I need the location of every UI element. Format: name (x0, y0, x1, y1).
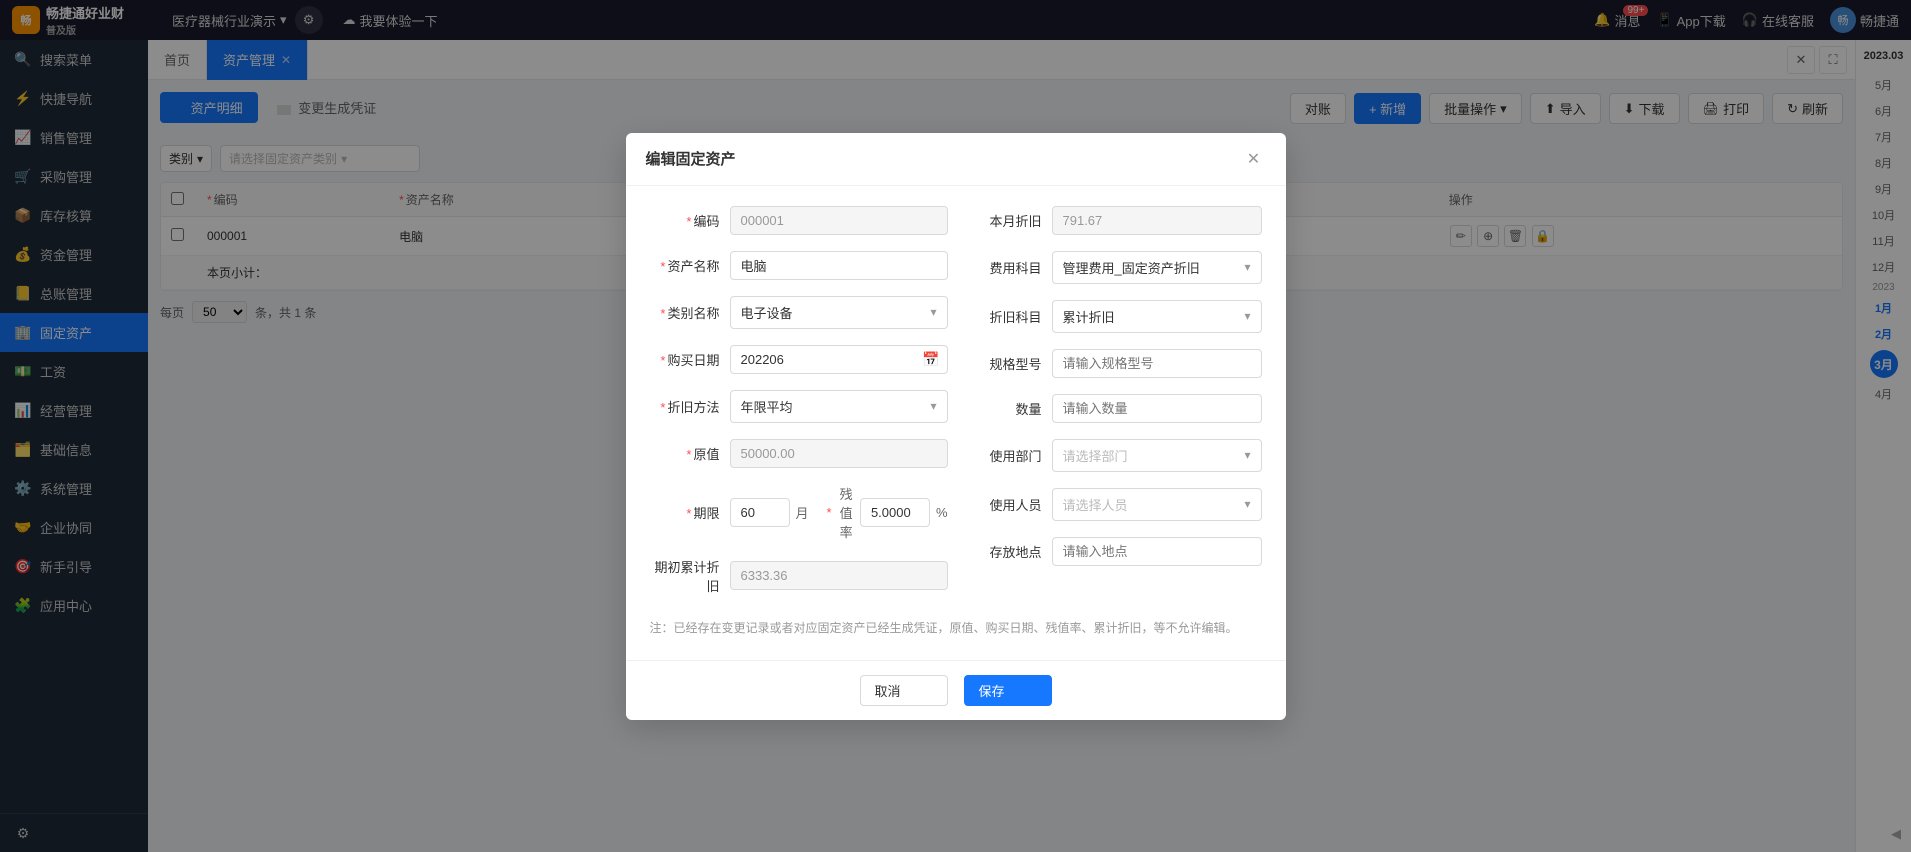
original-value-label: *原值 (650, 444, 730, 463)
quantity-label: 数量 (972, 399, 1052, 418)
period-inline: 月 * 残值率 % (730, 484, 948, 541)
dept-placeholder: 请选择部门 (1063, 446, 1128, 465)
depr-method-select[interactable]: 年限平均 ▾ (730, 390, 948, 423)
residual-rate-input[interactable] (860, 498, 930, 527)
modal-two-col: *编码 *资产名称 *类别名称 (650, 206, 1262, 611)
chevron-down-icon-depr: ▾ (930, 399, 936, 413)
person-placeholder: 请选择人员 (1063, 495, 1128, 514)
form-row-expense-subject: 费用科目 管理费用_固定资产折旧 ▾ (972, 251, 1262, 284)
spec-label: 规格型号 (972, 354, 1052, 373)
form-row-monthly-depr: 本月折旧 (972, 206, 1262, 235)
monthly-depr-input (1052, 206, 1262, 235)
depr-subject-value: 累计折旧 (1063, 307, 1115, 326)
dept-select[interactable]: 请选择部门 ▾ (1052, 439, 1262, 472)
modal-left-col: *编码 *资产名称 *类别名称 (650, 206, 948, 611)
edit-fixed-asset-modal: 编辑固定资产 ✕ *编码 *资产名称 (626, 133, 1286, 720)
depr-method-label: *折旧方法 (650, 397, 730, 416)
save-button[interactable]: 保存 (964, 675, 1052, 706)
quantity-input[interactable] (1052, 394, 1262, 423)
chevron-down-icon-person: ▾ (1244, 497, 1250, 511)
depr-subject-label: 折旧科目 (972, 307, 1052, 326)
depr-subject-select[interactable]: 累计折旧 ▾ (1052, 300, 1262, 333)
category-label: *类别名称 (650, 303, 730, 322)
residual-rate-label: 残值率 (840, 484, 854, 541)
person-select[interactable]: 请选择人员 ▾ (1052, 488, 1262, 521)
form-row-location: 存放地点 (972, 537, 1262, 566)
form-row-initial-depr: 期初累计折旧 (650, 557, 948, 595)
modal-close-button[interactable]: ✕ (1242, 147, 1266, 171)
chevron-down-icon-depr-sub: ▾ (1244, 309, 1250, 323)
original-value-input[interactable] (730, 439, 948, 468)
location-input[interactable] (1052, 537, 1262, 566)
form-row-quantity: 数量 (972, 394, 1262, 423)
note-text: 注：已经存在变更记录或者对应固定资产已经生成凭证，原值、购买日期、残值率、累计折… (650, 621, 1238, 635)
purchase-date-label: *购买日期 (650, 350, 730, 369)
form-row-purchase-date: *购买日期 📅 (650, 345, 948, 374)
depr-method-value: 年限平均 (741, 397, 793, 416)
location-label: 存放地点 (972, 542, 1052, 561)
purchase-date-wrap: 📅 (730, 345, 948, 374)
chevron-down-icon-dept: ▾ (1244, 448, 1250, 462)
initial-depr-label: 期初累计折旧 (650, 557, 730, 595)
form-row-period: *期限 月 * 残值率 % (650, 484, 948, 541)
person-label: 使用人员 (972, 495, 1052, 514)
modal-body: *编码 *资产名称 *类别名称 (626, 186, 1286, 660)
cancel-button[interactable]: 取消 (860, 675, 948, 706)
form-row-code: *编码 (650, 206, 948, 235)
form-row-original-value: *原值 (650, 439, 948, 468)
period-unit-label: 月 (796, 503, 809, 522)
form-row-depr-method: *折旧方法 年限平均 ▾ (650, 390, 948, 423)
form-row-person: 使用人员 请选择人员 ▾ (972, 488, 1262, 521)
monthly-depr-label: 本月折旧 (972, 211, 1052, 230)
modal-header: 编辑固定资产 ✕ (626, 133, 1286, 186)
category-select[interactable]: 电子设备 ▾ (730, 296, 948, 329)
modal-title: 编辑固定资产 (646, 148, 736, 169)
expense-subject-label: 费用科目 (972, 258, 1052, 277)
form-row-depr-subject: 折旧科目 累计折旧 ▾ (972, 300, 1262, 333)
period-input[interactable] (730, 498, 790, 527)
modal-overlay: 编辑固定资产 ✕ *编码 *资产名称 (0, 0, 1911, 852)
form-row-spec: 规格型号 (972, 349, 1262, 378)
form-row-category: *类别名称 电子设备 ▾ (650, 296, 948, 329)
purchase-date-input[interactable] (730, 345, 948, 374)
save-label: 保存 (979, 681, 1005, 700)
code-label: *编码 (650, 211, 730, 230)
form-row-dept: 使用部门 请选择部门 ▾ (972, 439, 1262, 472)
name-label: *资产名称 (650, 256, 730, 275)
chevron-down-icon-cat-modal: ▾ (930, 305, 936, 319)
modal-right-col: 本月折旧 费用科目 管理费用_固定资产折旧 ▾ (972, 206, 1262, 611)
spec-input[interactable] (1052, 349, 1262, 378)
expense-subject-value: 管理费用_固定资产折旧 (1063, 258, 1200, 277)
initial-depr-input[interactable] (730, 561, 948, 590)
cancel-label: 取消 (875, 681, 901, 700)
form-row-name: *资产名称 (650, 251, 948, 280)
dept-label: 使用部门 (972, 446, 1052, 465)
chevron-down-icon-expense: ▾ (1244, 260, 1250, 274)
expense-subject-select[interactable]: 管理费用_固定资产折旧 ▾ (1052, 251, 1262, 284)
modal-note: 注：已经存在变更记录或者对应固定资产已经生成凭证，原值、购买日期、残值率、累计折… (650, 611, 1262, 640)
residual-rate-unit-label: % (936, 505, 948, 520)
calendar-icon: 📅 (922, 351, 939, 368)
modal-footer: 取消 保存 (626, 660, 1286, 720)
name-input[interactable] (730, 251, 948, 280)
code-input[interactable] (730, 206, 948, 235)
category-select-value: 电子设备 (741, 303, 793, 322)
period-label: *期限 (650, 503, 730, 522)
